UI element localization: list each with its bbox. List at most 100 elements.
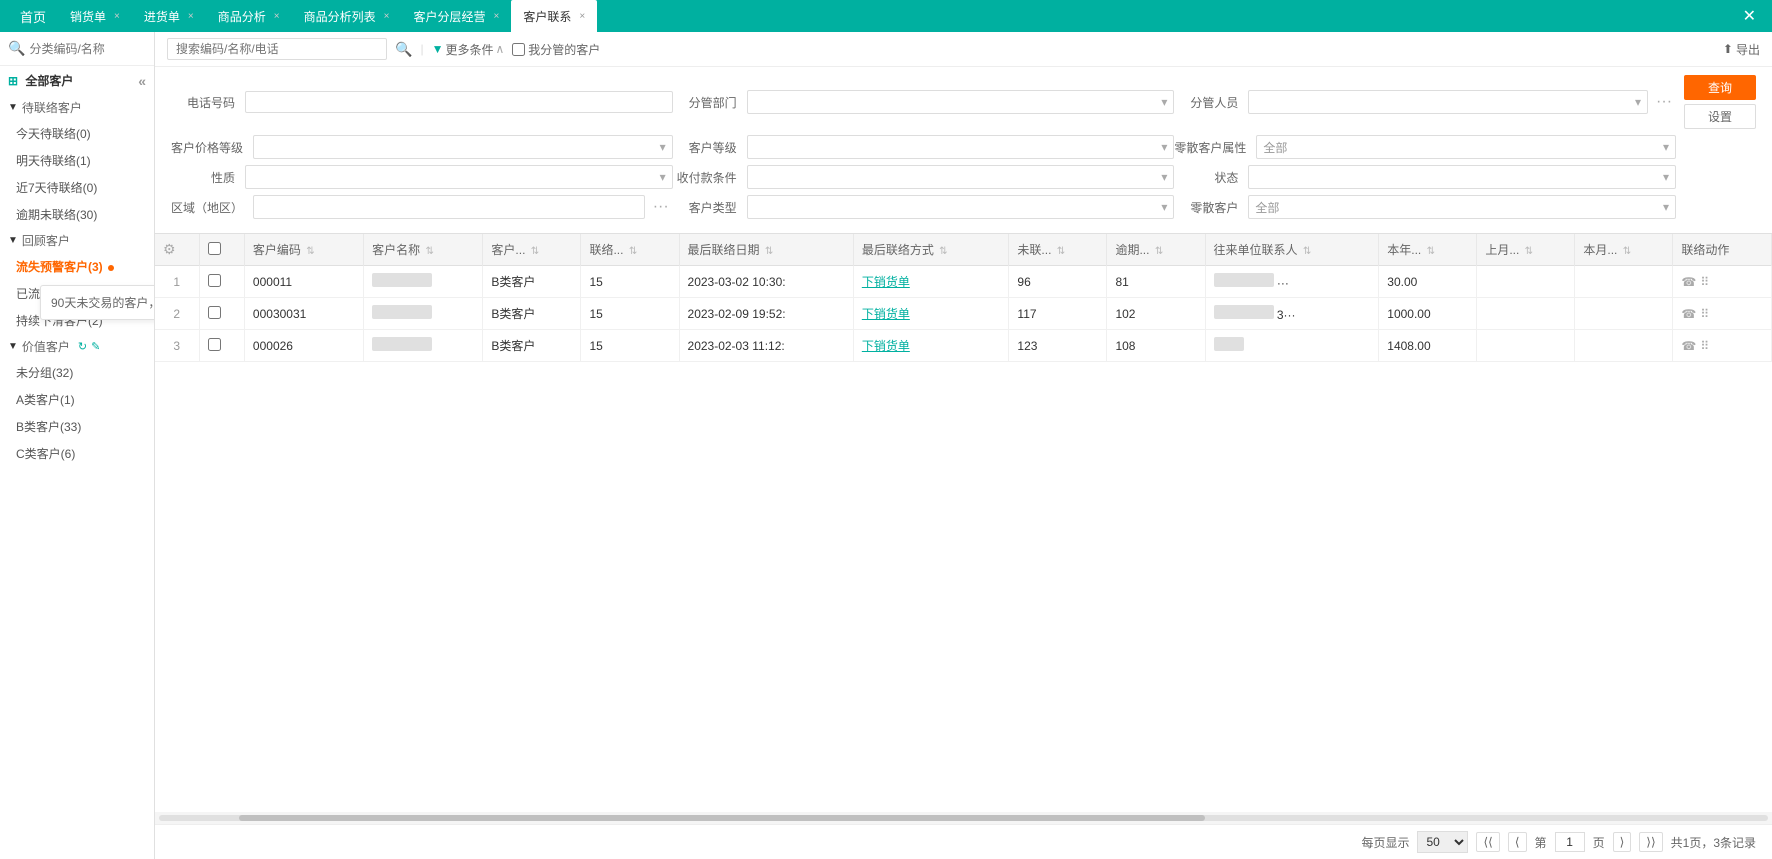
action-more-icon-3[interactable]: ⠿ [1700,339,1709,353]
row-last-month-2 [1477,298,1575,330]
row-select-2[interactable] [208,306,221,319]
filter-retail-attr-label: 零散客户属性 [1174,139,1252,156]
filter-person-select[interactable]: ▾ [1248,90,1648,114]
scrollbar-thumb[interactable] [239,815,1204,821]
action-phone-icon-1[interactable]: ☎ [1681,275,1696,289]
row-method-link-3[interactable]: 下销货单 [862,339,910,353]
sort-no-contact-icon[interactable]: ⇅ [1057,246,1065,257]
filter-retail-customer-select[interactable]: 全部 ▾ [1248,195,1676,219]
action-phone-icon-3[interactable]: ☎ [1681,339,1696,353]
sidebar-group-review[interactable]: ▼ 回顾客户 [0,228,154,253]
nav-tab-sales[interactable]: 销货单 × [58,0,132,32]
horizontal-scrollbar[interactable] [155,812,1772,824]
table-wrapper: ⚙ 客户编码 ⇅ 客户名称 ⇅ [155,234,1772,812]
filter-more-conditions-button[interactable]: ▼ 更多条件 ∧ [432,41,505,58]
column-settings-icon[interactable]: ⚙ [163,241,176,257]
first-page-button[interactable]: ⟨⟨ [1476,832,1499,852]
sort-last-month-icon[interactable]: ⇅ [1525,246,1533,257]
sidebar-group-pending[interactable]: ▼ 待联络客户 [0,95,154,120]
filter-person-dots[interactable]: ··· [1652,93,1676,111]
sort-type-icon[interactable]: ⇅ [531,246,539,257]
sort-contact-person-icon[interactable]: ⇅ [1303,246,1311,257]
sidebar-item-churn-warning[interactable]: 流失预警客户(3) [0,253,154,280]
sort-last-date-icon[interactable]: ⇅ [765,246,773,257]
my-customers-checkbox-group[interactable]: 我分管的客户 [512,41,600,58]
filter-price-grade-select[interactable]: ▾ [253,135,673,159]
close-analysis-list-icon[interactable]: × [384,11,390,22]
last-page-button[interactable]: ⟩⟩ [1639,832,1662,852]
th-no-contact: 未联... ⇅ [1009,234,1107,266]
price-grade-arrow-icon: ▾ [660,140,666,154]
sidebar-item-today[interactable]: 今天待联络(0) [0,120,154,147]
th-type: 客户... ⇅ [483,234,581,266]
table-row: 3 000026 B类客户 15 2023-02-03 11:12: 下销货单 … [155,330,1772,362]
action-more-icon-2[interactable]: ⠿ [1700,307,1709,321]
sidebar-search-input[interactable] [29,42,155,56]
sidebar-item-class-b[interactable]: B类客户(33) [0,413,154,440]
refresh-icon[interactable]: ↻ [78,340,87,353]
filter-search-button[interactable]: 🔍 [395,41,412,58]
filter-phone-input[interactable] [245,91,673,113]
row-select-1[interactable] [208,274,221,287]
row-method-link-1[interactable]: 下销货单 [862,275,910,289]
sidebar-item-overdue-contact[interactable]: 逾期未联络(30) [0,201,154,228]
close-analysis-icon[interactable]: × [274,11,280,22]
sort-code-icon[interactable]: ⇅ [306,246,314,257]
settings-button[interactable]: 设置 [1684,104,1756,129]
sidebar-item-class-a[interactable]: A类客户(1) [0,386,154,413]
close-sales-icon[interactable]: × [114,11,120,22]
nav-tab-analysis[interactable]: 商品分析 × [206,0,292,32]
sort-last-method-icon[interactable]: ⇅ [939,246,947,257]
sort-this-year-icon[interactable]: ⇅ [1427,246,1435,257]
action-more-icon-1[interactable]: ⠿ [1700,275,1709,289]
sort-contact-icon[interactable]: ⇅ [629,246,637,257]
row-last-date-3: 2023-02-03 11:12: [679,330,853,362]
nav-home[interactable]: 首页 [8,7,58,26]
prev-page-button[interactable]: ⟨ [1508,832,1527,852]
next-page-button[interactable]: ⟩ [1613,832,1632,852]
nav-tab-analysis-list[interactable]: 商品分析列表 × [292,0,402,32]
select-all-checkbox[interactable] [208,242,221,255]
sidebar-group-value[interactable]: ▼ 价值客户 ↻ ✎ [0,334,154,359]
nav-tab-customer-contact[interactable]: 客户联系 × [511,0,597,32]
sidebar-item-class-c[interactable]: C类客户(6) [0,440,154,467]
close-customer-layer-icon[interactable]: × [493,11,499,22]
filter-search-input[interactable] [167,38,387,60]
bottom-bar: 每页显示 50 20 100 ⟨⟨ ⟨ 第 页 ⟩ ⟩⟩ 共1页，3条记录 [155,824,1772,859]
action-phone-icon-2[interactable]: ☎ [1681,307,1696,321]
page-number-input[interactable] [1555,832,1585,852]
filter-status-select[interactable]: ▾ [1248,165,1676,189]
sidebar-item-7days[interactable]: 近7天待联络(0) [0,174,154,201]
row-select-3[interactable] [208,338,221,351]
filter-area-dots[interactable]: ··· [649,198,673,216]
close-customer-contact-icon[interactable]: × [579,11,585,22]
nav-tab-customer-layer[interactable]: 客户分层经营 × [401,0,511,32]
sort-this-month-icon[interactable]: ⇅ [1623,246,1631,257]
nav-tab-purchase[interactable]: 进货单 × [132,0,206,32]
sidebar-item-tomorrow[interactable]: 明天待联络(1) [0,147,154,174]
row-num-3: 3 [155,330,199,362]
th-contact: 联络... ⇅ [581,234,679,266]
th-checkbox [199,234,244,266]
sidebar-collapse-icon[interactable]: « [138,73,146,89]
filter-retail-attr-select[interactable]: 全部 ▾ [1256,135,1676,159]
row-method-link-2[interactable]: 下销货单 [862,307,910,321]
filter-payment-select[interactable]: ▾ [747,165,1175,189]
window-close-button[interactable]: ✕ [1735,6,1764,26]
query-button[interactable]: 查询 [1684,75,1756,100]
sidebar-all-customers[interactable]: ⊞ 全部客户 « [0,66,154,95]
sidebar-item-ungroup[interactable]: 未分组(32) [0,359,154,386]
edit-icon[interactable]: ✎ [91,340,100,353]
my-customers-checkbox[interactable] [512,43,525,56]
filter-customer-type-select[interactable]: ▾ [747,195,1175,219]
sort-name-icon[interactable]: ⇅ [426,246,434,257]
per-page-select[interactable]: 50 20 100 [1417,831,1468,853]
close-purchase-icon[interactable]: × [188,11,194,22]
filter-customer-grade-select[interactable]: ▾ [747,135,1175,159]
customer-type-arrow-icon: ▾ [1161,200,1167,214]
filter-dept-select[interactable]: ▾ [747,90,1175,114]
filter-gender-select[interactable]: ▾ [245,165,673,189]
export-button[interactable]: ⬆ 导出 [1723,41,1760,58]
filter-area-select[interactable] [253,195,645,219]
sort-overdue-icon[interactable]: ⇅ [1155,246,1163,257]
